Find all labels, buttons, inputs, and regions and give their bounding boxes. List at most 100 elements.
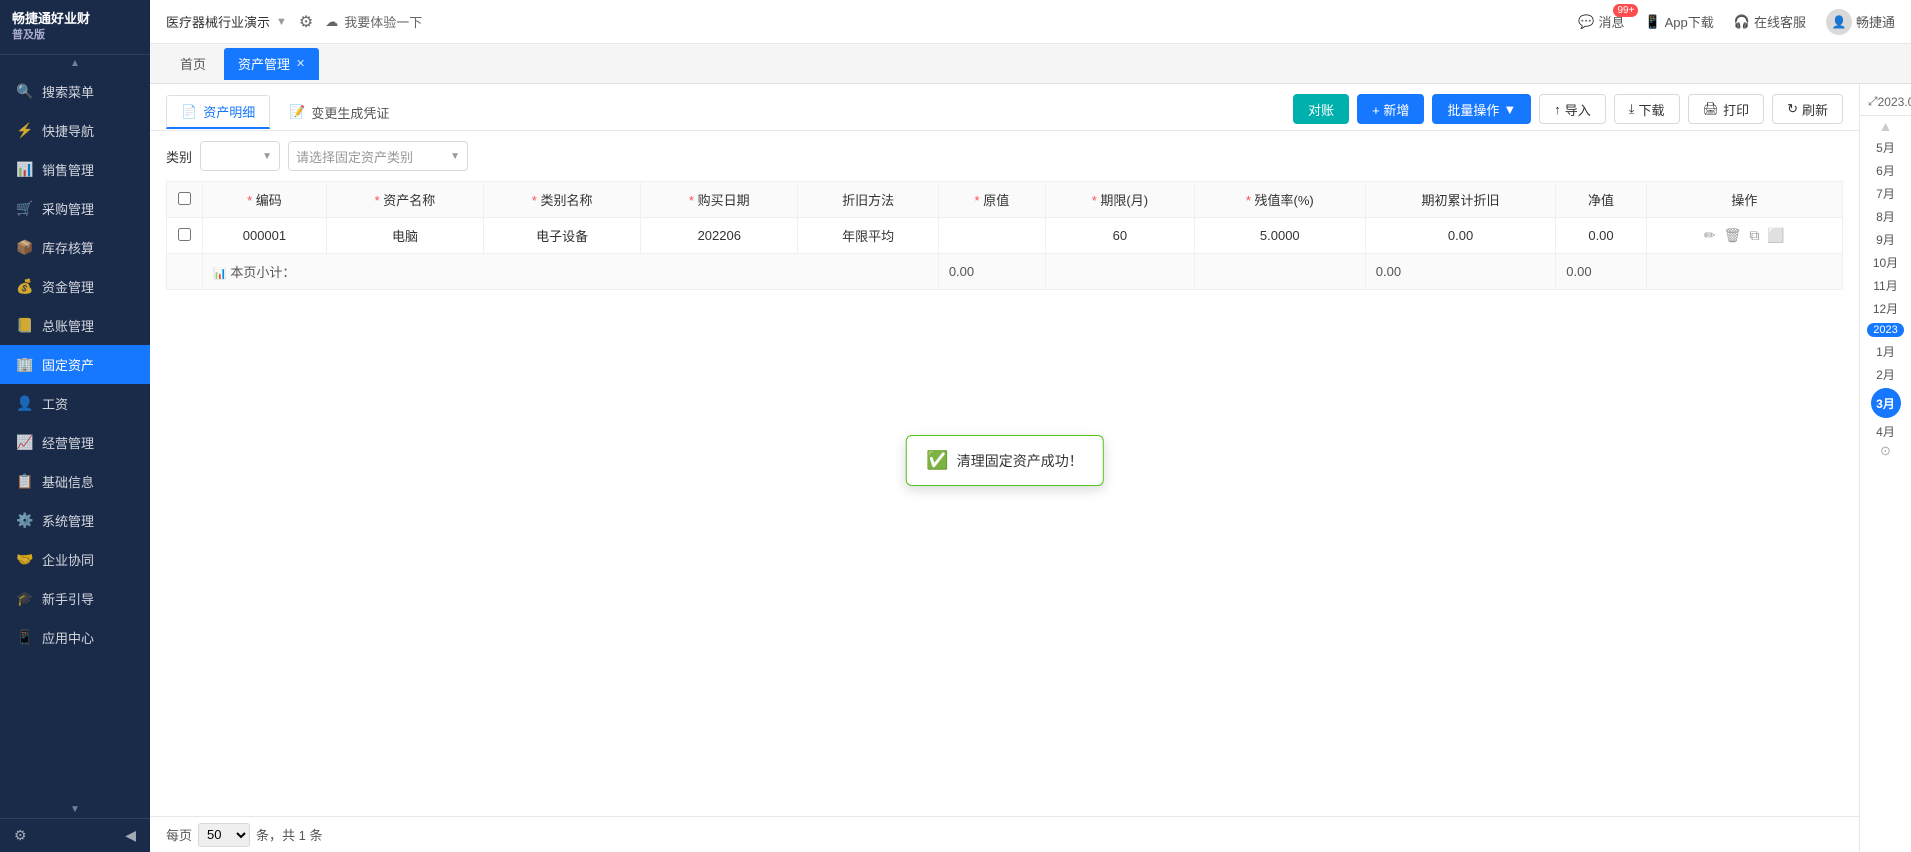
- sidebar-item-finance[interactable]: 💰 资金管理: [0, 267, 150, 306]
- message-button[interactable]: 💬 消息 99+: [1578, 12, 1624, 31]
- rp-month-12[interactable]: 12月: [1860, 297, 1911, 320]
- fixed-assets-icon: 🏢: [16, 356, 34, 373]
- company-name: 医疗器械行业演示: [166, 12, 270, 31]
- sidebar-item-ledger[interactable]: 📒 总账管理: [0, 306, 150, 345]
- purchase-icon: 🛒: [16, 200, 34, 217]
- rp-up-arrow[interactable]: ▲: [1877, 116, 1895, 136]
- sidebar-item-label: 总账管理: [42, 316, 94, 335]
- sidebar-collapse-icon[interactable]: ◀: [125, 827, 136, 844]
- subtotal-label: 📊 本页小计：: [213, 265, 295, 280]
- subtotal-original: 0.00: [938, 254, 1045, 290]
- download-button[interactable]: ⤓ 下载: [1614, 94, 1680, 124]
- app-download-label: App下载: [1665, 12, 1714, 31]
- finance-icon: 💰: [16, 278, 34, 295]
- rp-month-1[interactable]: 1月: [1860, 340, 1911, 363]
- download-icon: ⤓: [1629, 101, 1635, 117]
- sidebar-item-label: 企业协同: [42, 550, 94, 569]
- row-checkbox-cell: [167, 218, 203, 254]
- category-input-wrap[interactable]: 请选择固定资产类别: [288, 141, 468, 171]
- sidebar-item-quick-nav[interactable]: ⚡ 快捷导航: [0, 111, 150, 150]
- sidebar-nav: 🔍 搜索菜单 ⚡ 快捷导航 📊 销售管理 🛒 采购管理 📦 库存核算 💰 资金管…: [0, 72, 150, 801]
- col-header-net: 净值: [1556, 182, 1646, 218]
- import-icon: ↑: [1554, 102, 1561, 117]
- sidebar-item-sales[interactable]: 📊 销售管理: [0, 150, 150, 189]
- rp-month-10[interactable]: 10月: [1860, 251, 1911, 274]
- rp-down-icon[interactable]: ⊙: [1880, 443, 1891, 459]
- filter-bar: 类别 请选择固定资产类别: [150, 131, 1859, 181]
- select-all-checkbox[interactable]: [178, 192, 191, 205]
- sidebar-item-label: 应用中心: [42, 628, 94, 647]
- category-select-wrap: [200, 141, 280, 171]
- col-header-method: 折旧方法: [798, 182, 938, 218]
- sidebar: 畅捷通好业财 普及版 ▲ 🔍 搜索菜单 ⚡ 快捷导航 📊 销售管理 🛒 采购管理…: [0, 0, 150, 852]
- subtotal-net: 0.00: [1556, 254, 1646, 290]
- inventory-icon: 📦: [16, 239, 34, 256]
- user-menu[interactable]: 👤 畅捷通: [1826, 9, 1895, 35]
- row-name: 电脑: [326, 218, 483, 254]
- sidebar-settings-icon[interactable]: ⚙: [14, 827, 27, 844]
- rp-month-3[interactable]: 3月: [1871, 388, 1901, 418]
- rp-header: ⤢ 2023.03 ✕: [1860, 88, 1911, 116]
- app-download-button[interactable]: 📱 App下载: [1644, 12, 1713, 31]
- sidebar-item-basic-info[interactable]: 📋 基础信息: [0, 462, 150, 501]
- delete-icon[interactable]: 🗑: [1724, 227, 1742, 244]
- sidebar-scroll-down[interactable]: ▼: [0, 801, 150, 818]
- rp-month-4[interactable]: 4月: [1860, 420, 1911, 443]
- rp-header-label: 2023.03: [1878, 95, 1911, 109]
- rp-year-badge[interactable]: 2023: [1867, 323, 1903, 337]
- sidebar-item-inventory[interactable]: 📦 库存核算: [0, 228, 150, 267]
- sidebar-item-collab[interactable]: 🤝 企业协同: [0, 540, 150, 579]
- rp-month-8[interactable]: 8月: [1860, 205, 1911, 228]
- online-service-button[interactable]: 🎧 在线客服: [1734, 12, 1806, 31]
- trial-button[interactable]: ☁ 我要体验一下: [325, 12, 422, 31]
- sidebar-item-operations[interactable]: 📈 经营管理: [0, 423, 150, 462]
- tab-close-icon[interactable]: ✕: [296, 57, 305, 70]
- sidebar-item-app-center[interactable]: 📱 应用中心: [0, 618, 150, 657]
- sidebar-item-salary[interactable]: 👤 工资: [0, 384, 150, 423]
- col-header-period: 期限(月): [1045, 182, 1194, 218]
- row-checkbox[interactable]: [178, 228, 191, 241]
- refresh-button[interactable]: ↻ 刷新: [1772, 94, 1843, 124]
- salary-icon: 👤: [16, 395, 34, 412]
- rp-month-7[interactable]: 7月: [1860, 182, 1911, 205]
- sidebar-scroll-up[interactable]: ▲: [0, 55, 150, 72]
- import-button[interactable]: ↑ 导入: [1539, 94, 1606, 124]
- sidebar-item-fixed-assets[interactable]: 🏢 固定资产: [0, 345, 150, 384]
- username: 畅捷通: [1856, 12, 1895, 31]
- rp-month-2[interactable]: 2月: [1860, 363, 1911, 386]
- rp-month-11[interactable]: 11月: [1860, 274, 1911, 297]
- app-logo: 畅捷通好业财 普及版: [0, 0, 150, 55]
- more-icon[interactable]: ⬜: [1767, 227, 1784, 244]
- tab-asset-label: 资产管理: [238, 54, 290, 73]
- reconcile-button[interactable]: 对账: [1293, 94, 1349, 124]
- category-select[interactable]: [200, 141, 280, 171]
- sidebar-item-system[interactable]: ⚙️ 系统管理: [0, 501, 150, 540]
- sidebar-item-purchase[interactable]: 🛒 采购管理: [0, 189, 150, 228]
- tab-asset-management[interactable]: 资产管理 ✕: [224, 48, 319, 80]
- per-page-select[interactable]: 50 100 200: [198, 823, 250, 847]
- company-selector[interactable]: 医疗器械行业演示 ▼: [166, 12, 287, 31]
- avatar: 👤: [1826, 9, 1852, 35]
- copy-icon[interactable]: ⧉: [1749, 227, 1759, 244]
- trial-text: 我要体验一下: [344, 12, 422, 31]
- subtab-voucher[interactable]: 📝 变更生成凭证: [274, 96, 404, 129]
- rp-month-5[interactable]: 5月: [1860, 136, 1911, 159]
- print-button[interactable]: 🖨 打印: [1688, 94, 1765, 124]
- rp-month-9[interactable]: 9月: [1860, 228, 1911, 251]
- batch-arrow-icon: ▼: [1503, 102, 1516, 117]
- new-button[interactable]: + 新增: [1357, 94, 1424, 124]
- edit-icon[interactable]: ✏: [1704, 227, 1716, 244]
- sidebar-item-search[interactable]: 🔍 搜索菜单: [0, 72, 150, 111]
- row-category: 电子设备: [484, 218, 641, 254]
- app-center-icon: 📱: [16, 629, 34, 646]
- tab-home[interactable]: 首页: [166, 48, 220, 80]
- rp-month-6[interactable]: 6月: [1860, 159, 1911, 182]
- batch-button[interactable]: 批量操作 ▼: [1432, 94, 1531, 124]
- asset-table: 编码 资产名称 类别名称 购买日期 折旧方法 原值 期限(月) 残值率(%) 期…: [166, 181, 1843, 290]
- topbar-settings-icon[interactable]: ⚙: [299, 12, 313, 32]
- topbar-right: 💬 消息 99+ 📱 App下载 🎧 在线客服 👤 畅捷通: [1578, 9, 1895, 35]
- rp-expand-icon[interactable]: ⤢: [1868, 94, 1878, 109]
- sidebar-bottom: ⚙ ◀: [0, 818, 150, 852]
- subtab-asset-detail[interactable]: 📄 资产明细: [166, 95, 270, 129]
- sidebar-item-guide[interactable]: 🎓 新手引导: [0, 579, 150, 618]
